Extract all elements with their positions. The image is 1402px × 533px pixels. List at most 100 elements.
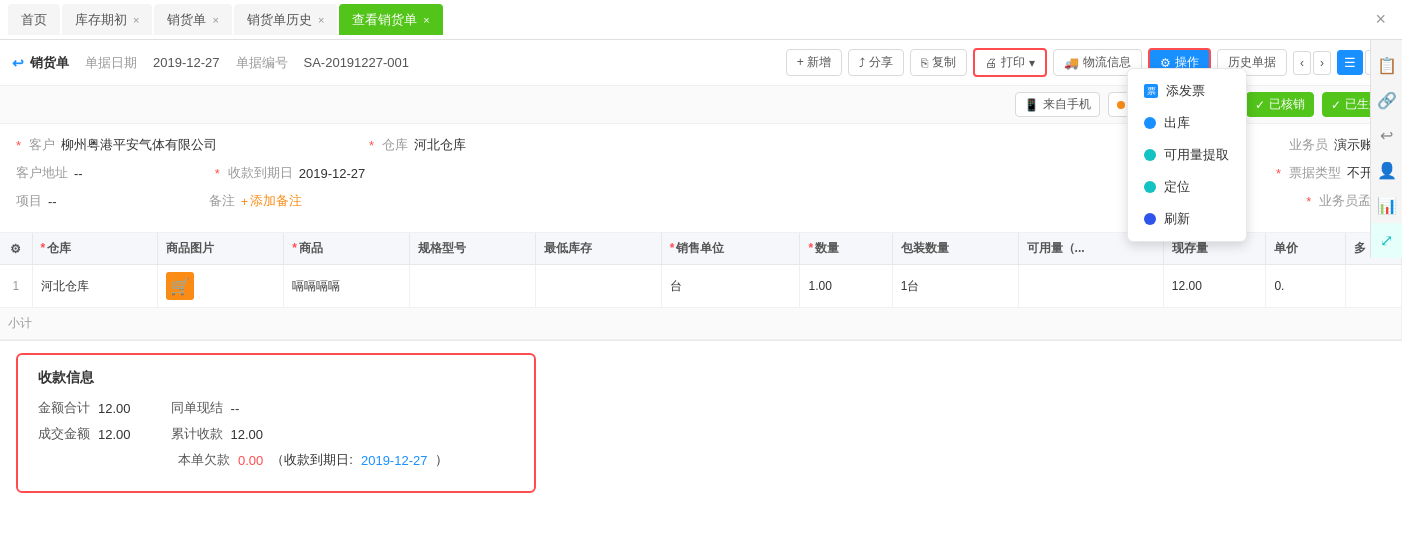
- sidebar-icon-3[interactable]: ↩: [1371, 118, 1402, 153]
- deal-amount-label: 成交金额: [38, 425, 90, 443]
- copy-button[interactable]: ⎘ 复制: [910, 49, 967, 76]
- tab-sales[interactable]: 销货单 ×: [154, 4, 231, 35]
- doc-title: ↩ 销货单: [12, 54, 69, 72]
- payment-row-1: 金额合计 12.00 同单现结 --: [38, 399, 514, 417]
- tab-history-label: 销货单历史: [247, 11, 312, 29]
- owed-item: 本单欠款 0.00 （收款到期日: 2019-12-27 ）: [178, 451, 448, 469]
- add-note-button[interactable]: + 添加备注: [241, 192, 303, 210]
- payment-section: 收款信息 金额合计 12.00 同单现结 -- 成交金额 12.00 累计收款 …: [16, 353, 536, 493]
- row-qty: 1.00: [800, 265, 892, 308]
- tab-inventory-label: 库存期初: [75, 11, 127, 29]
- project-value: --: [48, 194, 57, 209]
- tab-view-sales-close[interactable]: ×: [423, 14, 429, 26]
- add-note-label: 添加备注: [250, 192, 302, 210]
- toolbar: + 新增 ⤴ 分享 ⎘ 复制 🖨 打印 ▾ 🚚 物流信息 ⚙ 操作: [786, 48, 1390, 77]
- payment-title: 收款信息: [38, 369, 514, 387]
- sidebar-icon-2[interactable]: 🔗: [1371, 83, 1402, 118]
- tab-view-sales[interactable]: 查看销货单 ×: [339, 4, 442, 35]
- print-icon: 🖨: [985, 56, 997, 70]
- next-button[interactable]: ›: [1313, 51, 1331, 75]
- row-price: 0.: [1266, 265, 1345, 308]
- warehouse-label: 仓库: [382, 136, 408, 154]
- add-note-icon: +: [241, 194, 249, 209]
- sidebar-icon-1[interactable]: 📋: [1371, 48, 1402, 83]
- col-price: 单价: [1266, 233, 1345, 265]
- col-product: *商品: [284, 233, 410, 265]
- dropdown-item-locate[interactable]: 定位: [1128, 171, 1246, 203]
- customer-required: *: [16, 138, 21, 153]
- locate-icon: [1144, 181, 1156, 193]
- cumulative-label: 累计收款: [171, 425, 223, 443]
- col-gear: ⚙: [0, 233, 32, 265]
- tab-home[interactable]: 首页: [8, 4, 60, 35]
- cancelled-button[interactable]: ✓ 已核销: [1246, 92, 1314, 117]
- print-button[interactable]: 🖨 打印 ▾: [973, 48, 1047, 77]
- dropdown-item-outbound[interactable]: 出库: [1128, 107, 1246, 139]
- owed-value: 0.00: [238, 453, 263, 468]
- total-value: 12.00: [98, 401, 131, 416]
- product-image: 🛒: [166, 272, 194, 300]
- tab-history-close[interactable]: ×: [318, 14, 324, 26]
- deal-amount-item: 成交金额 12.00: [38, 425, 131, 443]
- dropdown-item-refresh[interactable]: 刷新: [1128, 203, 1246, 235]
- doc-meta: 单据日期 2019-12-27 单据编号 SA-20191227-001: [85, 54, 409, 72]
- subtotal-label: 小计: [0, 308, 1402, 340]
- warehouse-field: * 仓库 河北仓库: [369, 136, 466, 154]
- tab-history[interactable]: 销货单历史 ×: [234, 4, 337, 35]
- list-view-button[interactable]: ☰: [1337, 50, 1363, 75]
- share-icon: ⤴: [859, 56, 865, 70]
- right-sidebar: 📋 🔗 ↩ 👤 📊 ⤢: [1370, 40, 1402, 258]
- refresh-icon: [1144, 213, 1156, 225]
- col-qty: *数量: [800, 233, 892, 265]
- customer-value: 柳州粤港平安气体有限公司: [61, 136, 217, 154]
- date-label: 单据日期: [85, 54, 137, 72]
- dropdown-item-invoice[interactable]: 票 添发票: [1128, 75, 1246, 107]
- col-spec: 规格型号: [410, 233, 536, 265]
- row-image: 🛒: [158, 265, 284, 308]
- outbound-icon: [1144, 117, 1156, 129]
- row-avail: [1018, 265, 1163, 308]
- new-button[interactable]: + 新增: [786, 49, 842, 76]
- dropdown-avail-label: 可用量提取: [1164, 146, 1229, 164]
- biz-staff-label: 业务员孟: [1319, 192, 1371, 210]
- cancelled-label: 已核销: [1269, 96, 1305, 113]
- cumulative-value: 12.00: [231, 427, 264, 442]
- owed-note: （收款到期日:: [271, 451, 353, 469]
- window-close-button[interactable]: ×: [1367, 9, 1394, 30]
- table-wrapper: ⚙ *仓库 商品图片 *商品 规格型号 最低库存 *销售单位 *数量: [0, 233, 1402, 341]
- sidebar-icon-expand[interactable]: ⤢: [1371, 223, 1402, 258]
- staff-label: 业务员: [1289, 136, 1328, 154]
- address-label: 客户地址: [16, 164, 68, 182]
- tab-view-sales-label: 查看销货单: [352, 11, 417, 29]
- print-dropdown-arrow: ▾: [1029, 56, 1035, 70]
- tab-inventory-close[interactable]: ×: [133, 14, 139, 26]
- dropdown-item-avail[interactable]: 可用量提取: [1128, 139, 1246, 171]
- prev-button[interactable]: ‹: [1293, 51, 1311, 75]
- sidebar-icon-5[interactable]: 📊: [1371, 188, 1402, 223]
- payment-row-2: 成交金额 12.00 累计收款 12.00: [38, 425, 514, 443]
- ops-dropdown: 票 添发票 出库 可用量提取 定位 刷新: [1127, 68, 1247, 242]
- avail-icon: [1144, 149, 1156, 161]
- project-label: 项目: [16, 192, 42, 210]
- cumulative-item: 累计收款 12.00: [171, 425, 264, 443]
- project-field: 项目 --: [16, 192, 57, 210]
- tab-inventory[interactable]: 库存期初 ×: [62, 4, 152, 35]
- from-phone-button[interactable]: 📱 来自手机: [1015, 92, 1100, 117]
- tab-sales-label: 销货单: [167, 11, 206, 29]
- sidebar-icon-4[interactable]: 👤: [1371, 153, 1402, 188]
- tab-sales-close[interactable]: ×: [212, 14, 218, 26]
- address-field: 客户地址 --: [16, 164, 83, 182]
- owed-date: 2019-12-27: [361, 453, 428, 468]
- not-open-dot: [1117, 101, 1125, 109]
- address-value: --: [74, 166, 83, 181]
- customer-field: * 客户 柳州粤港平安气体有限公司: [16, 136, 217, 154]
- no-value: SA-20191227-001: [304, 55, 410, 70]
- share-button[interactable]: ⤴ 分享: [848, 49, 904, 76]
- note-label: 备注: [209, 192, 235, 210]
- ticket-label: 票据类型: [1289, 164, 1341, 182]
- deal-amount-value: 12.00: [98, 427, 131, 442]
- row-pkg-qty: 1台: [892, 265, 1018, 308]
- customer-label: 客户: [29, 136, 55, 154]
- dropdown-outbound-label: 出库: [1164, 114, 1190, 132]
- col-unit: *销售单位: [661, 233, 800, 265]
